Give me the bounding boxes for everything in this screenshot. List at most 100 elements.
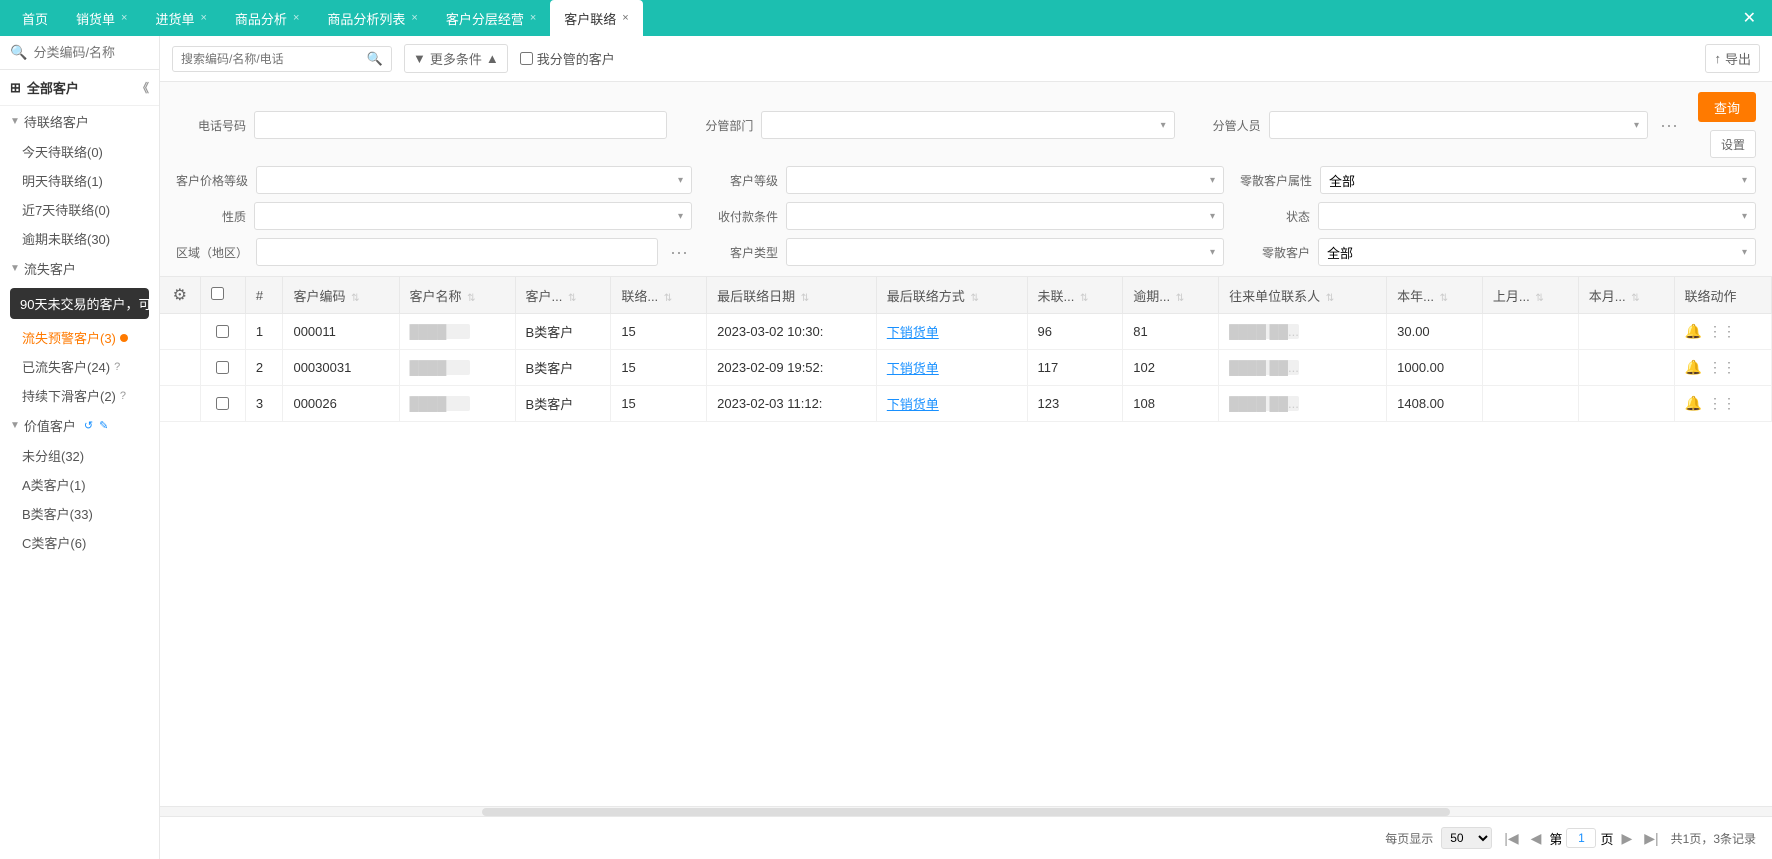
- gender-select[interactable]: ▾: [254, 202, 692, 230]
- division-person-select[interactable]: ▾: [1269, 111, 1648, 139]
- tab-purchase[interactable]: 进货单 ×: [141, 0, 220, 36]
- select-all-checkbox[interactable]: [211, 287, 224, 300]
- cell-last-contact-method[interactable]: 下销货单: [876, 386, 1027, 422]
- action-more-icon[interactable]: ⋮⋮: [1708, 323, 1736, 340]
- division-dept-select[interactable]: ▾: [761, 111, 1174, 139]
- prev-page-button[interactable]: ◀: [1527, 828, 1546, 849]
- close-all-tabs-button[interactable]: ✕: [1735, 8, 1764, 28]
- sidebar-item-class-b[interactable]: B类客户(33): [0, 499, 159, 528]
- filter-search-icon[interactable]: 🔍: [367, 51, 383, 67]
- col-last-contact-date[interactable]: 最后联络日期 ⇅: [707, 277, 877, 314]
- tab-home[interactable]: 首页: [8, 0, 62, 36]
- region-more[interactable]: ···: [666, 242, 692, 263]
- row-checkbox[interactable]: [216, 361, 229, 374]
- filter-search-input[interactable]: [181, 52, 361, 66]
- sidebar-item-already-churn[interactable]: 已流失客户(24) ?: [0, 352, 159, 381]
- all-customers-header[interactable]: ⊞ 全部客户 《: [0, 70, 159, 106]
- contact-method-link[interactable]: 下销货单: [887, 361, 939, 376]
- filter-search-box[interactable]: 🔍: [172, 46, 392, 72]
- retail-customer-select[interactable]: 全部 ▾: [1318, 238, 1756, 266]
- page-size-select[interactable]: 20 50 100: [1441, 827, 1492, 849]
- sidebar-item-week-pending[interactable]: 近7天待联络(0): [0, 195, 159, 224]
- sidebar-item-class-c[interactable]: C类客户(6): [0, 528, 159, 557]
- action-contact-icon[interactable]: 🔔: [1685, 323, 1702, 340]
- query-button[interactable]: 查询: [1698, 92, 1756, 122]
- col-this-month[interactable]: 本月... ⇅: [1578, 277, 1674, 314]
- col-settings[interactable]: ⚙: [160, 277, 200, 314]
- contact-method-link[interactable]: 下销货单: [887, 397, 939, 412]
- last-page-button[interactable]: ▶|: [1640, 828, 1662, 849]
- valued-edit-icon[interactable]: ✎: [99, 419, 108, 432]
- contact-method-link[interactable]: 下销货单: [887, 325, 939, 340]
- region-select[interactable]: [256, 238, 658, 266]
- col-customer-code[interactable]: 客户编码 ⇅: [283, 277, 399, 314]
- col-unit-contact[interactable]: 往来单位联系人 ⇅: [1219, 277, 1387, 314]
- valued-refresh-icon[interactable]: ↺: [84, 419, 93, 432]
- tab-sales[interactable]: 销货单 ×: [62, 0, 141, 36]
- cell-checkbox[interactable]: [200, 386, 245, 422]
- next-page-button[interactable]: ▶: [1617, 828, 1636, 849]
- churn-header[interactable]: ▼ 流失客户: [0, 253, 159, 284]
- col-overdue[interactable]: 逾期... ⇅: [1123, 277, 1219, 314]
- valued-header[interactable]: ▼ 价值客户 ↺ ✎: [0, 410, 159, 441]
- close-sales-tab[interactable]: ×: [121, 12, 127, 24]
- sidebar-item-ungrouped[interactable]: 未分组(32): [0, 441, 159, 470]
- col-checkbox[interactable]: [200, 277, 245, 314]
- col-uncontacted[interactable]: 未联... ⇅: [1027, 277, 1123, 314]
- action-more-icon[interactable]: ⋮⋮: [1708, 395, 1736, 412]
- scrollbar-track[interactable]: [482, 808, 1449, 816]
- tab-goods-analysis[interactable]: 商品分析 ×: [221, 0, 313, 36]
- retail-attr-field: 零散客户属性 全部 ▾: [1240, 166, 1756, 194]
- action-more-icon[interactable]: ⋮⋮: [1708, 359, 1736, 376]
- sidebar-item-overdue-pending[interactable]: 逾期未联络(30): [0, 224, 159, 253]
- pending-contact-header[interactable]: ▼ 待联络客户: [0, 106, 159, 137]
- customer-type-select[interactable]: ▾: [786, 238, 1224, 266]
- col-last-contact-method[interactable]: 最后联络方式 ⇅: [876, 277, 1027, 314]
- action-contact-icon[interactable]: 🔔: [1685, 395, 1702, 412]
- status-select[interactable]: ▾: [1318, 202, 1756, 230]
- close-customer-contact-tab[interactable]: ×: [622, 12, 628, 24]
- division-person-more[interactable]: ···: [1656, 115, 1682, 136]
- table-settings-gear[interactable]: ⚙: [173, 287, 187, 304]
- sidebar-item-class-a[interactable]: A类客户(1): [0, 470, 159, 499]
- close-goods-analysis-tab[interactable]: ×: [293, 12, 299, 24]
- col-customer-name[interactable]: 客户名称 ⇅: [399, 277, 515, 314]
- customer-tier-select[interactable]: ▾: [786, 166, 1224, 194]
- cell-checkbox[interactable]: [200, 314, 245, 350]
- phone-input[interactable]: [254, 111, 667, 139]
- sidebar-item-tomorrow-pending[interactable]: 明天待联络(1): [0, 166, 159, 195]
- col-this-year[interactable]: 本年... ⇅: [1387, 277, 1483, 314]
- action-contact-icon[interactable]: 🔔: [1685, 359, 1702, 376]
- sidebar-search-input[interactable]: [33, 45, 160, 60]
- tab-customer-contact[interactable]: 客户联络 ×: [550, 0, 642, 36]
- cell-last-contact-method[interactable]: 下销货单: [876, 350, 1027, 386]
- sidebar-search-box[interactable]: 🔍: [0, 36, 159, 70]
- col-customer-type[interactable]: 客户... ⇅: [515, 277, 611, 314]
- export-button[interactable]: ↑ 导出: [1705, 44, 1760, 73]
- close-goods-analysis-list-tab[interactable]: ×: [411, 12, 417, 24]
- close-purchase-tab[interactable]: ×: [200, 12, 206, 24]
- first-page-button[interactable]: |◀: [1500, 828, 1522, 849]
- customer-price-tier-select[interactable]: ▾: [256, 166, 692, 194]
- cell-last-contact-method[interactable]: 下销货单: [876, 314, 1027, 350]
- col-last-month[interactable]: 上月... ⇅: [1482, 277, 1578, 314]
- row-checkbox[interactable]: [216, 397, 229, 410]
- page-number-input[interactable]: [1566, 828, 1596, 848]
- sidebar-item-declining[interactable]: 持续下滑客户(2) ?: [0, 381, 159, 410]
- settings-button[interactable]: 设置: [1710, 130, 1756, 158]
- close-customer-tier-tab[interactable]: ×: [530, 12, 536, 24]
- row-checkbox[interactable]: [216, 325, 229, 338]
- sidebar-item-today-pending[interactable]: 今天待联络(0): [0, 137, 159, 166]
- col-contact[interactable]: 联络... ⇅: [611, 277, 707, 314]
- tab-sales-label: 销货单: [76, 9, 115, 28]
- sidebar-item-churn-warning[interactable]: 流失预警客户(3): [0, 323, 159, 352]
- my-customers-checkbox[interactable]: [520, 52, 533, 65]
- horizontal-scrollbar[interactable]: [160, 806, 1772, 816]
- more-conditions-button[interactable]: ▼ 更多条件 ▲: [404, 44, 508, 73]
- payment-terms-select[interactable]: ▾: [786, 202, 1224, 230]
- retail-attr-select[interactable]: 全部 ▾: [1320, 166, 1756, 194]
- my-customers-checkbox-container[interactable]: 我分管的客户: [520, 49, 615, 68]
- tab-customer-tier[interactable]: 客户分层经营 ×: [432, 0, 550, 36]
- tab-goods-analysis-list[interactable]: 商品分析列表 ×: [313, 0, 431, 36]
- cell-checkbox[interactable]: [200, 350, 245, 386]
